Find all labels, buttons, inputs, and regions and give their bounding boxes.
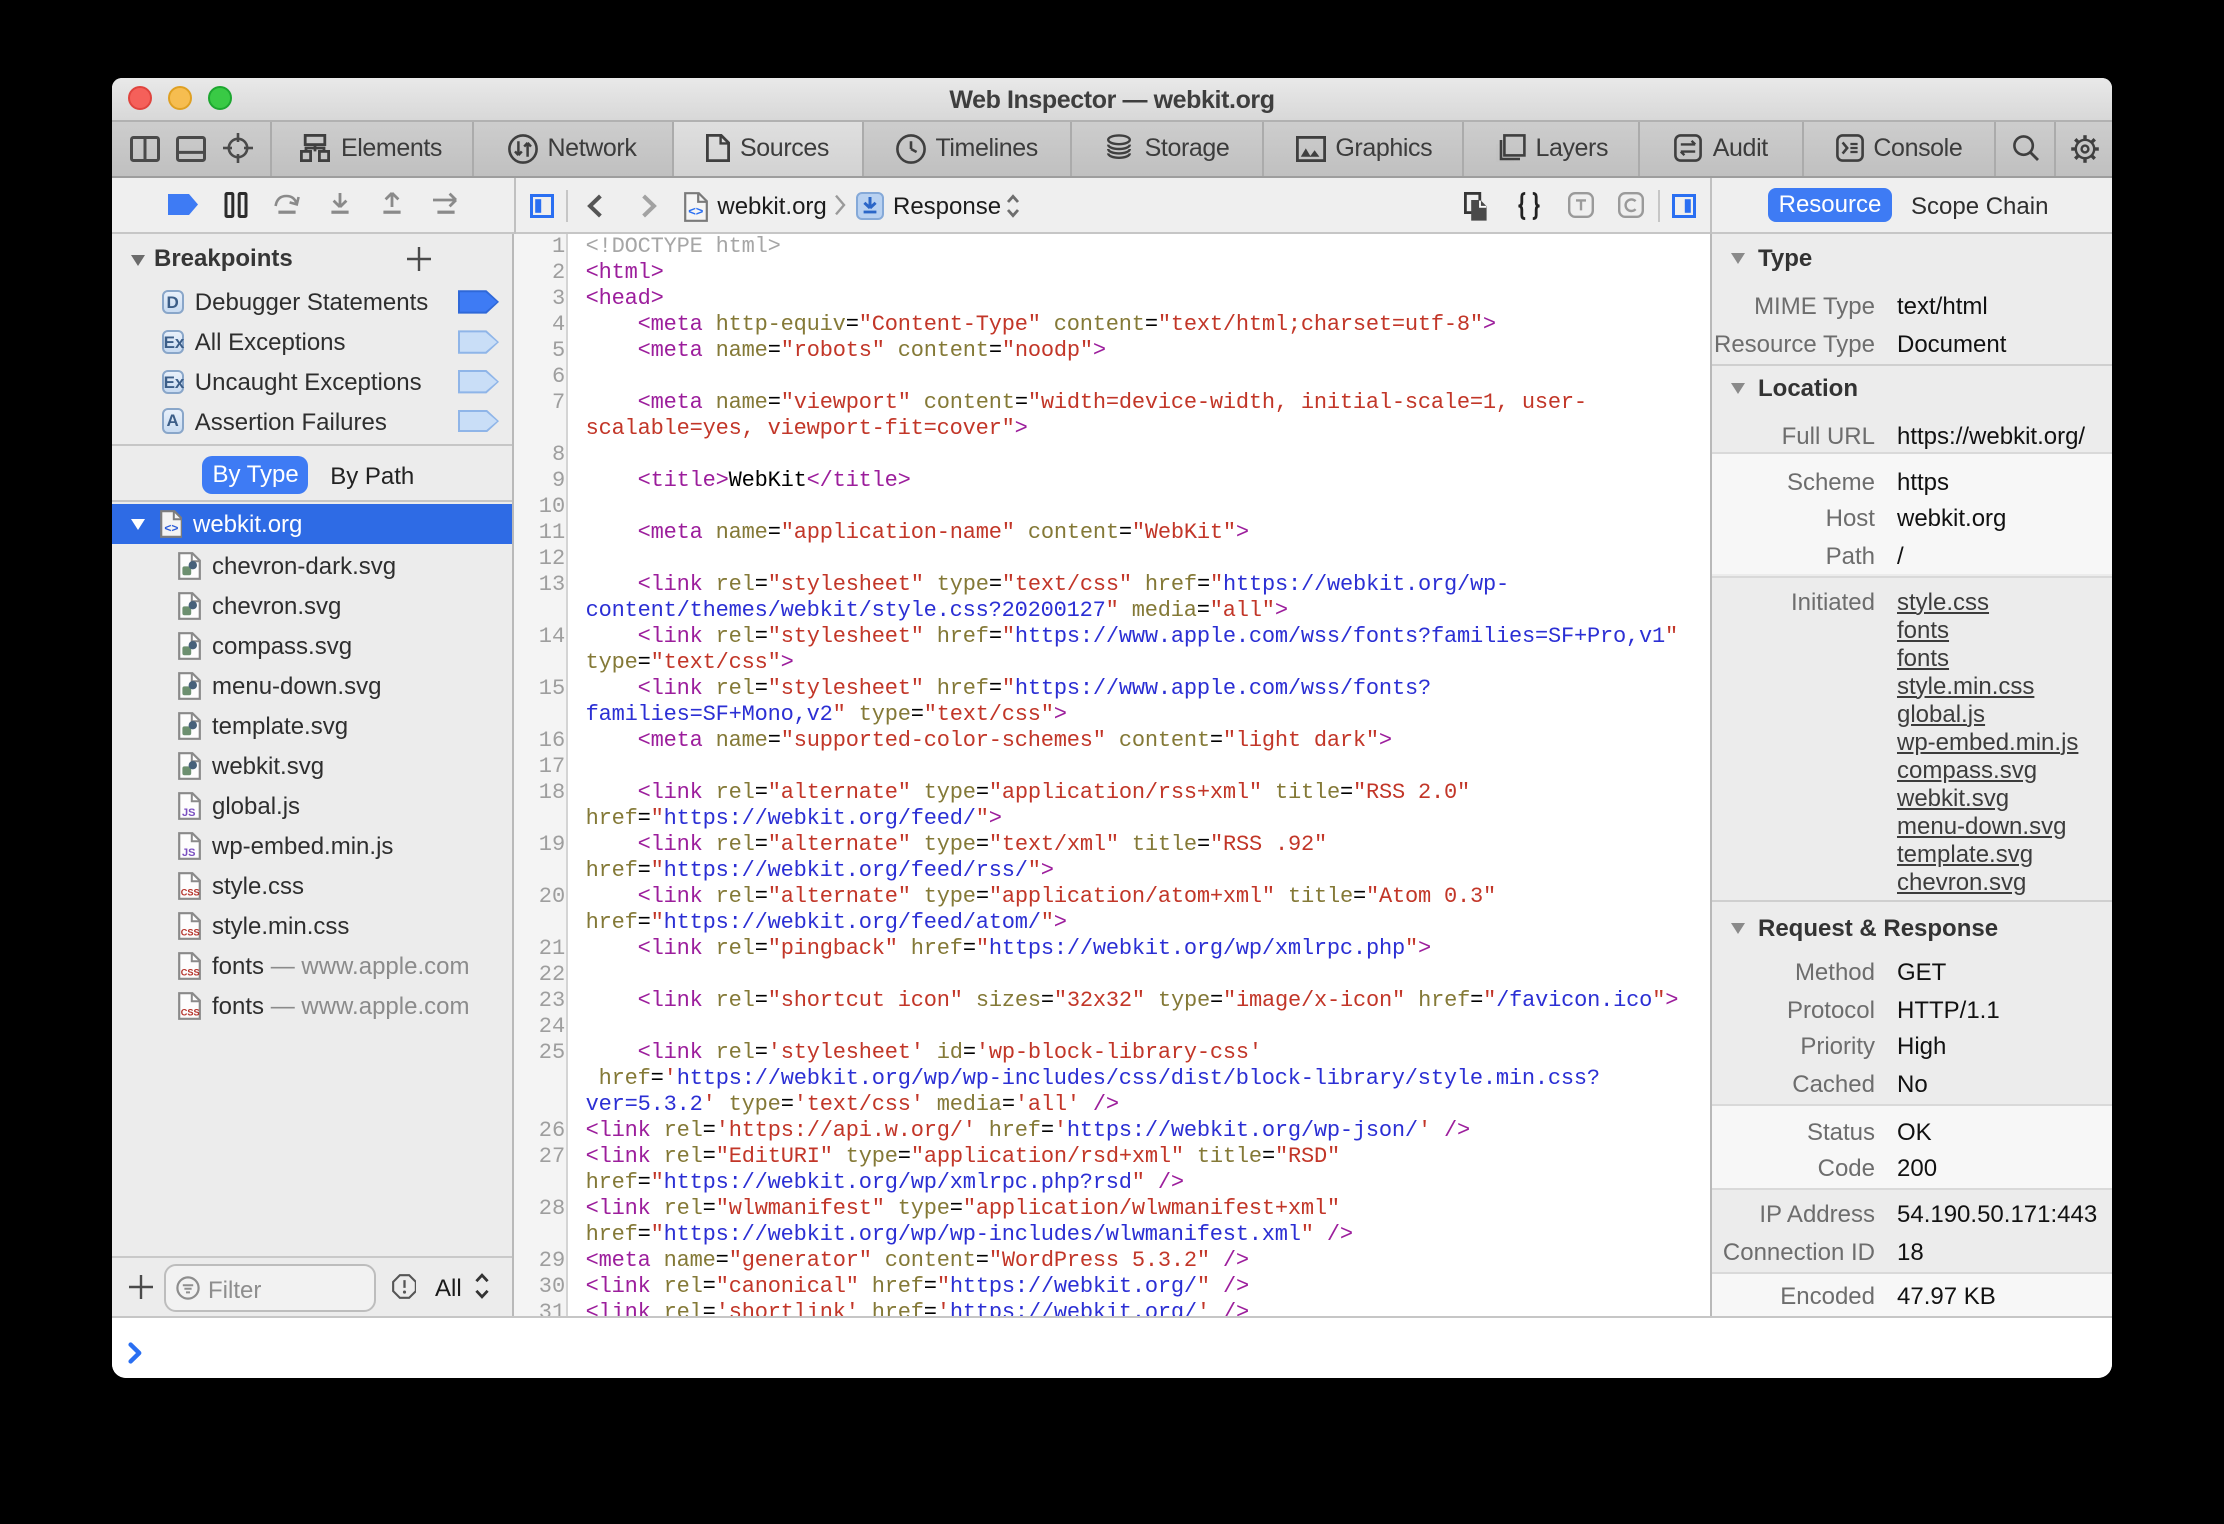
svg-text:<>: <> — [687, 203, 703, 218]
svg-text:<>: <> — [163, 520, 177, 534]
